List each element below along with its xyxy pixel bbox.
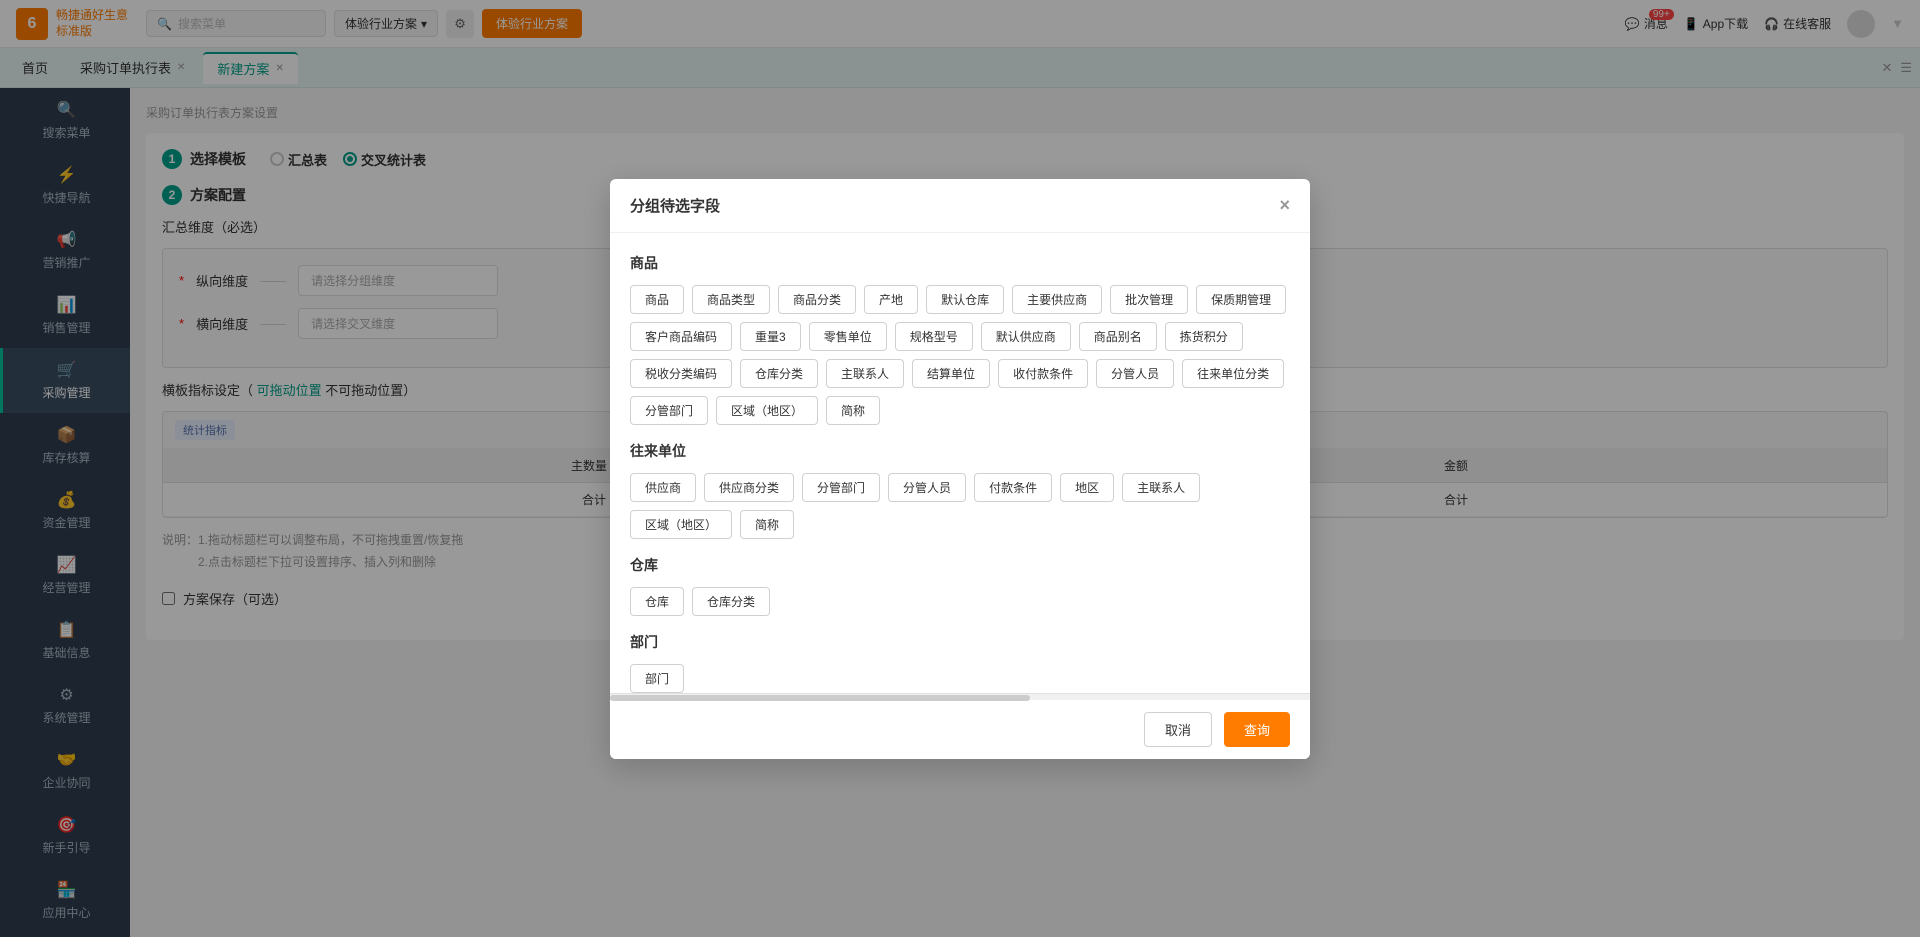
- field-tag-retail-unit[interactable]: 零售单位: [809, 322, 887, 351]
- field-tag-spec-model[interactable]: 规格型号: [895, 322, 973, 351]
- field-tag-payment-terms[interactable]: 收付款条件: [998, 359, 1088, 388]
- field-tag-partner-contact[interactable]: 主联系人: [1122, 473, 1200, 502]
- field-grid-department: 部门: [630, 664, 1290, 693]
- modal-horizontal-scrollbar[interactable]: [610, 693, 1310, 699]
- field-tag-batch-mgmt[interactable]: 批次管理: [1110, 285, 1188, 314]
- section-title-warehouse: 仓库: [630, 555, 1290, 575]
- field-tag-partner-supervisor[interactable]: 分管人员: [888, 473, 966, 502]
- section-title-partner: 往来单位: [630, 441, 1290, 461]
- field-tag-warehouse-category[interactable]: 仓库分类: [740, 359, 818, 388]
- field-tag-origin[interactable]: 产地: [864, 285, 918, 314]
- field-grid-warehouse: 仓库 仓库分类: [630, 587, 1290, 616]
- field-tag-quality-mgmt[interactable]: 保质期管理: [1196, 285, 1286, 314]
- field-select-modal: 分组待选字段 × 商品 商品 商品类型 商品分类 产地 默认仓库 主要供应商 批…: [610, 179, 1310, 759]
- field-tag-region[interactable]: 区域（地区）: [716, 396, 818, 425]
- field-tag-area[interactable]: 地区: [1060, 473, 1114, 502]
- field-tag-warehouse[interactable]: 仓库: [630, 587, 684, 616]
- modal-header: 分组待选字段 ×: [610, 179, 1310, 233]
- field-tag-customer-code[interactable]: 客户商品编码: [630, 322, 732, 351]
- field-tag-pick-score[interactable]: 拣货积分: [1165, 322, 1243, 351]
- modal-overlay: 分组待选字段 × 商品 商品 商品类型 商品分类 产地 默认仓库 主要供应商 批…: [0, 0, 1920, 937]
- field-tag-partner-dept[interactable]: 分管部门: [802, 473, 880, 502]
- field-tag-main-contact[interactable]: 主联系人: [826, 359, 904, 388]
- modal-footer: 取消 查询: [610, 699, 1310, 759]
- cancel-button[interactable]: 取消: [1144, 712, 1212, 747]
- section-title-department: 部门: [630, 632, 1290, 652]
- scrollbar-thumb: [610, 695, 1030, 701]
- field-tag-payment-condition[interactable]: 付款条件: [974, 473, 1052, 502]
- field-tag-supplier-category[interactable]: 供应商分类: [704, 473, 794, 502]
- field-tag-product-type[interactable]: 商品类型: [692, 285, 770, 314]
- field-tag-product-category[interactable]: 商品分类: [778, 285, 856, 314]
- section-title-product: 商品: [630, 253, 1290, 273]
- field-tag-partner-region[interactable]: 区域（地区）: [630, 510, 732, 539]
- field-tag-partner-category[interactable]: 往来单位分类: [1182, 359, 1284, 388]
- field-tag-dept[interactable]: 分管部门: [630, 396, 708, 425]
- field-tag-tax-code[interactable]: 税收分类编码: [630, 359, 732, 388]
- confirm-button[interactable]: 查询: [1224, 712, 1290, 747]
- field-tag-default-warehouse[interactable]: 默认仓库: [926, 285, 1004, 314]
- field-tag-product[interactable]: 商品: [630, 285, 684, 314]
- field-tag-warehouse-cat[interactable]: 仓库分类: [692, 587, 770, 616]
- field-tag-default-supplier[interactable]: 默认供应商: [981, 322, 1071, 351]
- field-tag-supervisor[interactable]: 分管人员: [1096, 359, 1174, 388]
- field-grid-partner: 供应商 供应商分类 分管部门 分管人员 付款条件 地区 主联系人 区域（地区） …: [630, 473, 1290, 539]
- field-tag-supplier[interactable]: 供应商: [630, 473, 696, 502]
- field-grid-product: 商品 商品类型 商品分类 产地 默认仓库 主要供应商 批次管理 保质期管理 客户…: [630, 285, 1290, 425]
- field-tag-main-supplier[interactable]: 主要供应商: [1012, 285, 1102, 314]
- modal-title: 分组待选字段: [630, 195, 720, 216]
- field-tag-product-alias[interactable]: 商品别名: [1079, 322, 1157, 351]
- modal-close-button[interactable]: ×: [1279, 195, 1290, 216]
- field-tag-department[interactable]: 部门: [630, 664, 684, 693]
- field-tag-weight3[interactable]: 重量3: [740, 322, 801, 351]
- field-tag-partner-shortname[interactable]: 简称: [740, 510, 794, 539]
- field-tag-settlement-unit[interactable]: 结算单位: [912, 359, 990, 388]
- modal-body: 商品 商品 商品类型 商品分类 产地 默认仓库 主要供应商 批次管理 保质期管理…: [610, 233, 1310, 693]
- field-tag-shortname[interactable]: 简称: [826, 396, 880, 425]
